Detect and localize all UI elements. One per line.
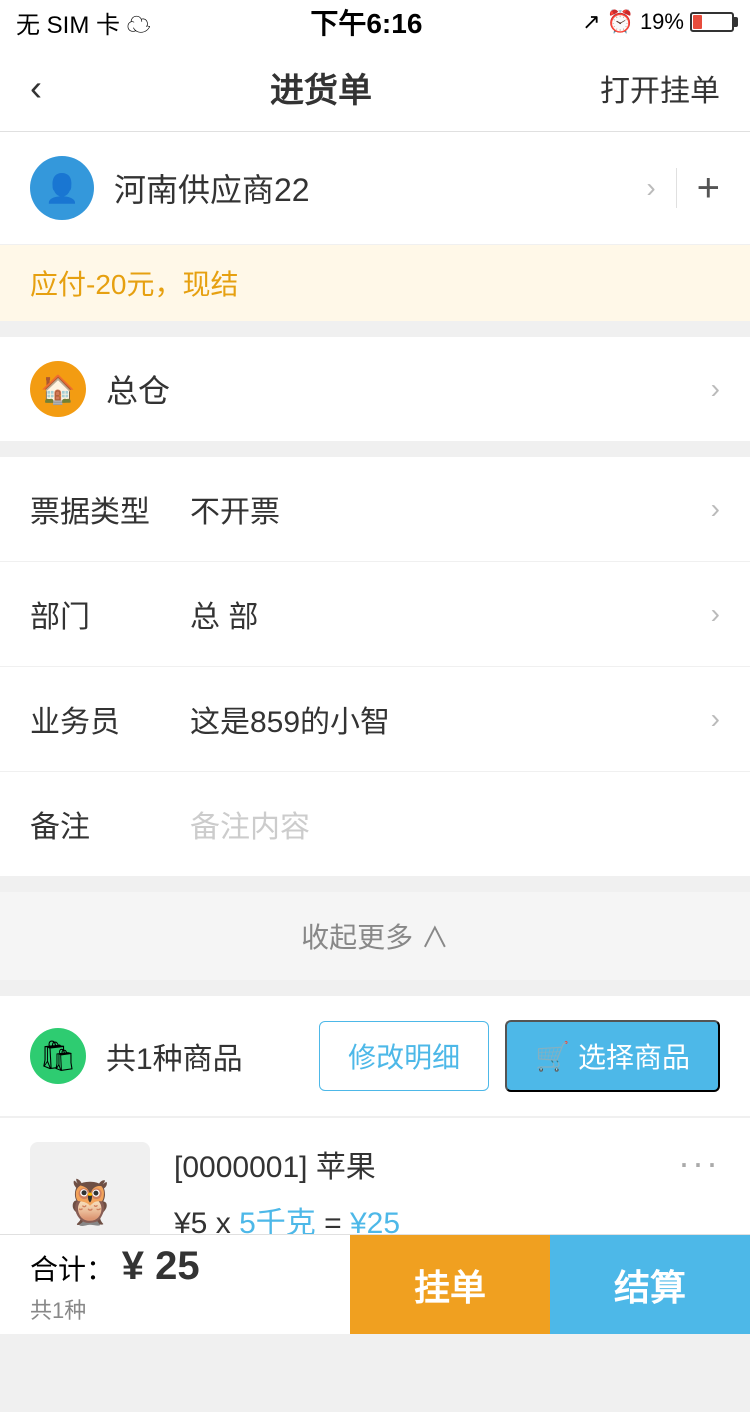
invoice-row[interactable]: 票据类型 不开票 › <box>0 457 750 562</box>
notice-bar: 应付-20元，现结 <box>0 245 750 321</box>
content: 👤 河南供应商22 › + 应付-20元，现结 🏠 总仓 › 票据类型 不开票 … <box>0 132 750 1412</box>
shopping-bag-icon: 🛍 <box>39 1039 77 1074</box>
invoice-value: 不开票 <box>190 487 711 531</box>
product-count: 共1种商品 <box>106 1034 319 1078</box>
supplier-section: 👤 河南供应商22 › + 应付-20元，现结 <box>0 132 750 321</box>
department-chevron-icon: › <box>711 598 720 630</box>
status-time: 下午6:16 <box>310 2 422 42</box>
invoice-label: 票据类型 <box>30 487 190 531</box>
warehouse-chevron-icon: › <box>711 373 720 405</box>
total-row: 合计： ¥ 25 <box>30 1244 320 1289</box>
department-label: 部门 <box>30 592 190 636</box>
supplier-avatar: 👤 <box>30 156 94 220</box>
battery-icon <box>690 12 734 32</box>
product-menu-button[interactable]: ··· <box>678 1142 720 1184</box>
salesman-label: 业务员 <box>30 697 190 741</box>
select-product-label: 选择商品 <box>578 1036 690 1076</box>
total-amount: ¥ 25 <box>122 1244 200 1288</box>
select-product-icon: 🛒 <box>535 1040 570 1073</box>
status-left: 无 SIM 卡 ☁ <box>16 5 151 40</box>
remark-placeholder: 备注内容 <box>190 802 720 846</box>
product-info: [0000001] 苹果 ¥5 x 5千克 = ¥25 <box>174 1142 678 1242</box>
warehouse-row[interactable]: 🏠 总仓 › <box>0 337 750 441</box>
remark-row[interactable]: 备注 备注内容 <box>0 772 750 876</box>
warehouse-icon: 🏠 <box>30 361 86 417</box>
edit-detail-button[interactable]: 修改明细 <box>319 1021 489 1091</box>
supplier-chevron-icon: › <box>646 172 655 204</box>
nav-bar: ‹ 进货单 打开挂单 <box>0 44 750 132</box>
remark-label: 备注 <box>30 802 190 846</box>
sim-signal: 无 SIM 卡 ☁ <box>16 5 151 40</box>
checkout-button[interactable]: 结算 <box>550 1235 750 1334</box>
supplier-name: 河南供应商22 <box>114 165 646 211</box>
avatar-icon: 👤 <box>45 172 80 205</box>
collapse-button[interactable]: 收起更多 ∧ <box>0 892 750 980</box>
add-supplier-button[interactable]: + <box>697 166 720 211</box>
invoice-chevron-icon: › <box>711 493 720 525</box>
battery-percent: 19% <box>640 9 684 35</box>
warehouse-name: 总仓 <box>106 366 711 412</box>
open-hang-button[interactable]: 打开挂单 <box>600 66 720 110</box>
bottom-bar: 合计： ¥ 25 共1种 挂单 结算 <box>0 1234 750 1334</box>
status-bar: 无 SIM 卡 ☁ 下午6:16 ↗ ⏰ 19% <box>0 0 750 44</box>
product-title: 苹果 <box>316 1151 376 1184</box>
department-row[interactable]: 部门 总 部 › <box>0 562 750 667</box>
owl-logo: 🦉 <box>63 1176 118 1228</box>
select-product-button[interactable]: 🛒 选择商品 <box>505 1020 720 1092</box>
warehouse-section: 🏠 总仓 › <box>0 337 750 441</box>
total-label: 合计： <box>30 1254 114 1285</box>
product-icon: 🛍 <box>30 1028 86 1084</box>
salesman-row[interactable]: 业务员 这是859的小智 › <box>0 667 750 772</box>
total-section: 合计： ¥ 25 共1种 <box>0 1244 350 1325</box>
salesman-chevron-icon: › <box>711 703 720 735</box>
status-right: ↗ ⏰ 19% <box>582 9 734 35</box>
total-count: 共1种 <box>30 1293 320 1325</box>
product-name: [0000001] 苹果 <box>174 1142 678 1186</box>
hang-button[interactable]: 挂单 <box>350 1235 550 1334</box>
department-value: 总 部 <box>190 592 711 636</box>
product-id: [0000001] <box>174 1151 307 1184</box>
salesman-value: 这是859的小智 <box>190 697 711 741</box>
location-icon: ↗ <box>582 9 600 35</box>
form-section: 票据类型 不开票 › 部门 总 部 › 业务员 这是859的小智 › 备注 备注… <box>0 457 750 876</box>
alarm-icon: ⏰ <box>607 9 634 35</box>
product-header: 🛍 共1种商品 修改明细 🛒 选择商品 <box>0 996 750 1116</box>
supplier-divider <box>676 168 677 208</box>
back-button[interactable]: ‹ <box>30 67 42 109</box>
page-title: 进货单 <box>270 63 372 112</box>
supplier-row[interactable]: 👤 河南供应商22 › + <box>0 132 750 245</box>
